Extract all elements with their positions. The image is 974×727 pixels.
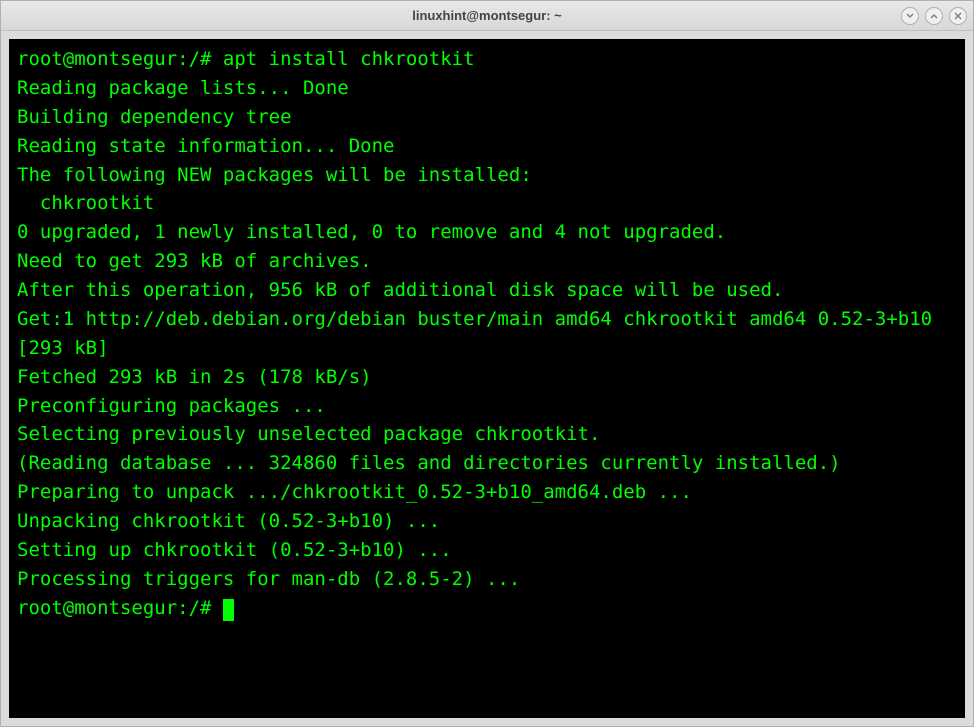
output-line: Unpacking chkrootkit (0.52-3+b10) ... <box>17 507 957 536</box>
minimize-icon <box>905 11 915 21</box>
output-line: Reading state information... Done <box>17 132 957 161</box>
output-line: After this operation, 956 kB of addition… <box>17 276 957 305</box>
output-line: 0 upgraded, 1 newly installed, 0 to remo… <box>17 218 957 247</box>
prompt: root@montsegur:/# <box>17 48 223 70</box>
output-line: Processing triggers for man-db (2.8.5-2)… <box>17 565 957 594</box>
prompt: root@montsegur:/# <box>17 597 223 619</box>
terminal-window: linuxhint@montsegur: ~ root@montsegur:/#… <box>0 0 974 727</box>
command-text: apt install chkrootkit <box>223 48 475 70</box>
output-line: chkrootkit <box>17 189 957 218</box>
minimize-button[interactable] <box>901 7 919 25</box>
close-button[interactable] <box>949 7 967 25</box>
close-icon <box>953 11 963 21</box>
output-line: Preconfiguring packages ... <box>17 392 957 421</box>
cursor <box>223 599 234 621</box>
output-line: Fetched 293 kB in 2s (178 kB/s) <box>17 363 957 392</box>
output-line: Selecting previously unselected package … <box>17 420 957 449</box>
output-line: Need to get 293 kB of archives. <box>17 247 957 276</box>
output-line: Preparing to unpack .../chkrootkit_0.52-… <box>17 478 957 507</box>
output-line: (Reading database ... 324860 files and d… <box>17 449 957 478</box>
output-line: Building dependency tree <box>17 103 957 132</box>
window-title: linuxhint@montsegur: ~ <box>412 8 562 23</box>
maximize-icon <box>929 11 939 21</box>
output-line: Setting up chkrootkit (0.52-3+b10) ... <box>17 536 957 565</box>
output-line: Reading package lists... Done <box>17 74 957 103</box>
output-line: The following NEW packages will be insta… <box>17 161 957 190</box>
titlebar[interactable]: linuxhint@montsegur: ~ <box>1 1 973 31</box>
terminal-output[interactable]: root@montsegur:/# apt install chkrootkit… <box>9 39 965 718</box>
window-controls <box>901 7 967 25</box>
output-line: Get:1 http://deb.debian.org/debian buste… <box>17 305 957 363</box>
terminal-container: root@montsegur:/# apt install chkrootkit… <box>1 31 973 726</box>
maximize-button[interactable] <box>925 7 943 25</box>
